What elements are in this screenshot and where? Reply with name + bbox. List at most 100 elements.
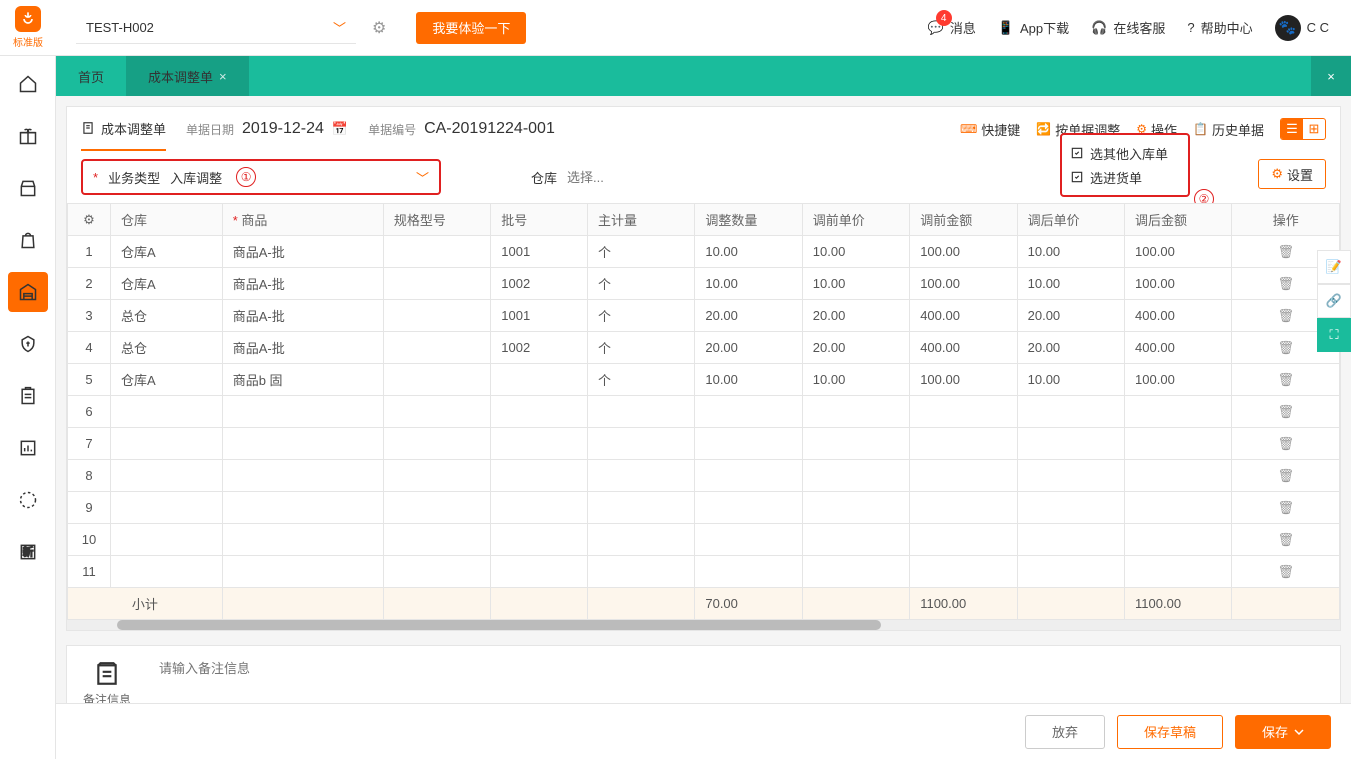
customer-service-link[interactable]: 🎧 在线客服 <box>1091 18 1165 37</box>
nav-bag-icon[interactable] <box>8 220 48 260</box>
table-row[interactable]: 1仓库A商品A-批1001个10.0010.00100.0010.00100.0… <box>68 236 1340 268</box>
nav-money-icon[interactable] <box>8 324 48 364</box>
select-purchase: 选进货单 <box>1070 165 1180 189</box>
settings-button[interactable]: ⚙ 设置 <box>1258 159 1326 189</box>
table-wrap: ⚙ 仓库 商品 规格型号 批号 主计量 调整数量 调前单价 调前金额 调后单价 … <box>67 203 1340 630</box>
col-warehouse: 仓库 <box>110 204 222 236</box>
tab-home[interactable]: 首页 <box>56 56 126 96</box>
nav-report-icon[interactable] <box>8 428 48 468</box>
discard-button[interactable]: 放弃 <box>1025 715 1105 749</box>
content: 成本调整单 单据日期 2019-12-24 📅 单据编号 CA-20191224… <box>56 96 1351 759</box>
table-row[interactable]: 5仓库A商品b 固个10.0010.00100.0010.00100.00🗑 <box>68 364 1340 396</box>
left-nav: 新 <box>0 56 56 759</box>
select-other-inbound[interactable]: 选其他入库单 <box>1070 141 1180 165</box>
try-button[interactable]: 我要体验一下 <box>416 12 526 44</box>
view-toggle[interactable]: ☰ ⊞ <box>1280 118 1326 140</box>
warehouse-select[interactable]: 仓库 <box>531 168 767 187</box>
gear-col[interactable]: ⚙ <box>68 204 111 236</box>
col-action: 操作 <box>1232 204 1340 236</box>
annotation-1: ① <box>236 167 256 187</box>
table-row[interactable]: 6🗑 <box>68 396 1340 428</box>
col-qty: 调整数量 <box>695 204 802 236</box>
help-link[interactable]: ? 帮助中心 <box>1187 18 1252 37</box>
warehouse-input[interactable] <box>567 170 767 185</box>
items-table: ⚙ 仓库 商品 规格型号 批号 主计量 调整数量 调前单价 调前金额 调后单价 … <box>67 203 1340 620</box>
nav-new-icon[interactable]: 新 <box>8 532 48 572</box>
nav-warehouse-icon[interactable] <box>8 272 48 312</box>
col-batch: 批号 <box>491 204 588 236</box>
nav-store-icon[interactable] <box>8 168 48 208</box>
list-view-icon[interactable]: ☰ <box>1281 119 1303 139</box>
grid-view-icon[interactable]: ⊞ <box>1303 119 1325 139</box>
note-icon[interactable]: 📝 <box>1317 250 1351 284</box>
delete-row-icon[interactable]: 🗑 <box>1232 492 1340 524</box>
help-icon: ? <box>1187 20 1194 35</box>
logo-icon <box>15 6 41 32</box>
subtotal-row: 小计 70.00 1100.00 1100.00 <box>68 588 1340 620</box>
table-row[interactable]: 4总仓商品A-批1002个20.0020.00400.0020.00400.00… <box>68 332 1340 364</box>
shop-name: TEST-H002 <box>86 20 154 35</box>
tab-bar: 首页 成本调整单 × × <box>56 56 1351 96</box>
col-post-amt: 调后金额 <box>1125 204 1232 236</box>
tab-cost-adjust[interactable]: 成本调整单 × <box>126 56 249 96</box>
business-type-select[interactable]: * 业务类型 入库调整 ① ﹀ <box>81 159 441 195</box>
avatar: 🐾 <box>1275 15 1301 41</box>
doc-tab[interactable]: 成本调整单 <box>81 107 166 151</box>
col-product: 商品 <box>222 204 383 236</box>
save-button[interactable]: 保存 <box>1235 715 1331 749</box>
headset-icon: 🎧 <box>1091 20 1107 36</box>
settings-icon[interactable]: ⚙ <box>372 18 386 38</box>
messages-link[interactable]: 💬 消息 4 <box>928 18 976 37</box>
table-row[interactable]: 9🗑 <box>68 492 1340 524</box>
nav-clipboard-icon[interactable] <box>8 376 48 416</box>
table-row[interactable]: 11🗑 <box>68 556 1340 588</box>
table-header-row: ⚙ 仓库 商品 规格型号 批号 主计量 调整数量 调前单价 调前金额 调后单价 … <box>68 204 1340 236</box>
logo[interactable]: 标准版 <box>0 6 56 49</box>
nav-gift-icon[interactable] <box>8 116 48 156</box>
float-bar: 📝 🔗 ⛶ <box>1317 250 1351 352</box>
horizontal-scrollbar[interactable] <box>67 620 1340 630</box>
delete-row-icon[interactable]: 🗑 <box>1232 428 1340 460</box>
col-pre-price: 调前单价 <box>802 204 909 236</box>
message-badge: 4 <box>936 10 952 26</box>
table-row[interactable]: 7🗑 <box>68 428 1340 460</box>
shortcut-link[interactable]: ⌨ 快捷键 <box>960 120 1020 139</box>
svg-text:新: 新 <box>22 544 33 558</box>
shop-selector[interactable]: TEST-H002 ﹀ <box>76 12 356 44</box>
filter-row: * 业务类型 入库调整 ① ﹀ 仓库 选其他入库单 选进货单 ② <box>67 151 1340 203</box>
save-draft-button[interactable]: 保存草稿 <box>1117 715 1223 749</box>
phone-icon: 📱 <box>998 20 1014 36</box>
link-icon[interactable]: 🔗 <box>1317 284 1351 318</box>
delete-row-icon[interactable]: 🗑 <box>1232 556 1340 588</box>
table-row[interactable]: 3总仓商品A-批1001个20.0020.00400.0020.00400.00… <box>68 300 1340 332</box>
close-all-tabs[interactable]: × <box>1311 56 1351 96</box>
source-doc-menu: 选其他入库单 选进货单 <box>1060 133 1190 197</box>
top-header: 标准版 TEST-H002 ﹀ ⚙ 我要体验一下 💬 消息 4 📱 App下载 … <box>0 0 1351 56</box>
table-row[interactable]: 8🗑 <box>68 460 1340 492</box>
user-menu[interactable]: 🐾 C C <box>1275 15 1329 41</box>
col-post-price: 调后单价 <box>1017 204 1124 236</box>
delete-row-icon[interactable]: 🗑 <box>1232 396 1340 428</box>
delete-row-icon[interactable]: 🗑 <box>1232 524 1340 556</box>
logo-text: 标准版 <box>13 34 43 49</box>
delete-row-icon[interactable]: 🗑 <box>1232 364 1340 396</box>
expand-icon[interactable]: ⛶ <box>1317 318 1351 352</box>
table-row[interactable]: 2仓库A商品A-批1002个10.0010.00100.0010.00100.0… <box>68 268 1340 300</box>
delete-row-icon[interactable]: 🗑 <box>1232 460 1340 492</box>
nav-more-icon[interactable] <box>8 480 48 520</box>
footer-actions: 放弃 保存草稿 保存 <box>56 703 1351 759</box>
calendar-icon[interactable]: 📅 <box>332 121 348 137</box>
chevron-down-icon: ﹀ <box>333 18 346 37</box>
col-unit: 主计量 <box>587 204 694 236</box>
doc-number: 单据编号 CA-20191224-001 <box>368 120 555 138</box>
col-spec: 规格型号 <box>383 204 490 236</box>
close-icon[interactable]: × <box>219 69 227 84</box>
nav-home-icon[interactable] <box>8 64 48 104</box>
top-right-actions: 💬 消息 4 📱 App下载 🎧 在线客服 ? 帮助中心 🐾 C C <box>928 15 1351 41</box>
col-pre-amt: 调前金额 <box>910 204 1017 236</box>
doc-card: 成本调整单 单据日期 2019-12-24 📅 单据编号 CA-20191224… <box>66 106 1341 631</box>
history-link[interactable]: 📋 历史单据 <box>1193 120 1264 139</box>
app-download-link[interactable]: 📱 App下载 <box>998 18 1069 37</box>
chevron-down-icon: ﹀ <box>416 168 429 187</box>
table-row[interactable]: 10🗑 <box>68 524 1340 556</box>
